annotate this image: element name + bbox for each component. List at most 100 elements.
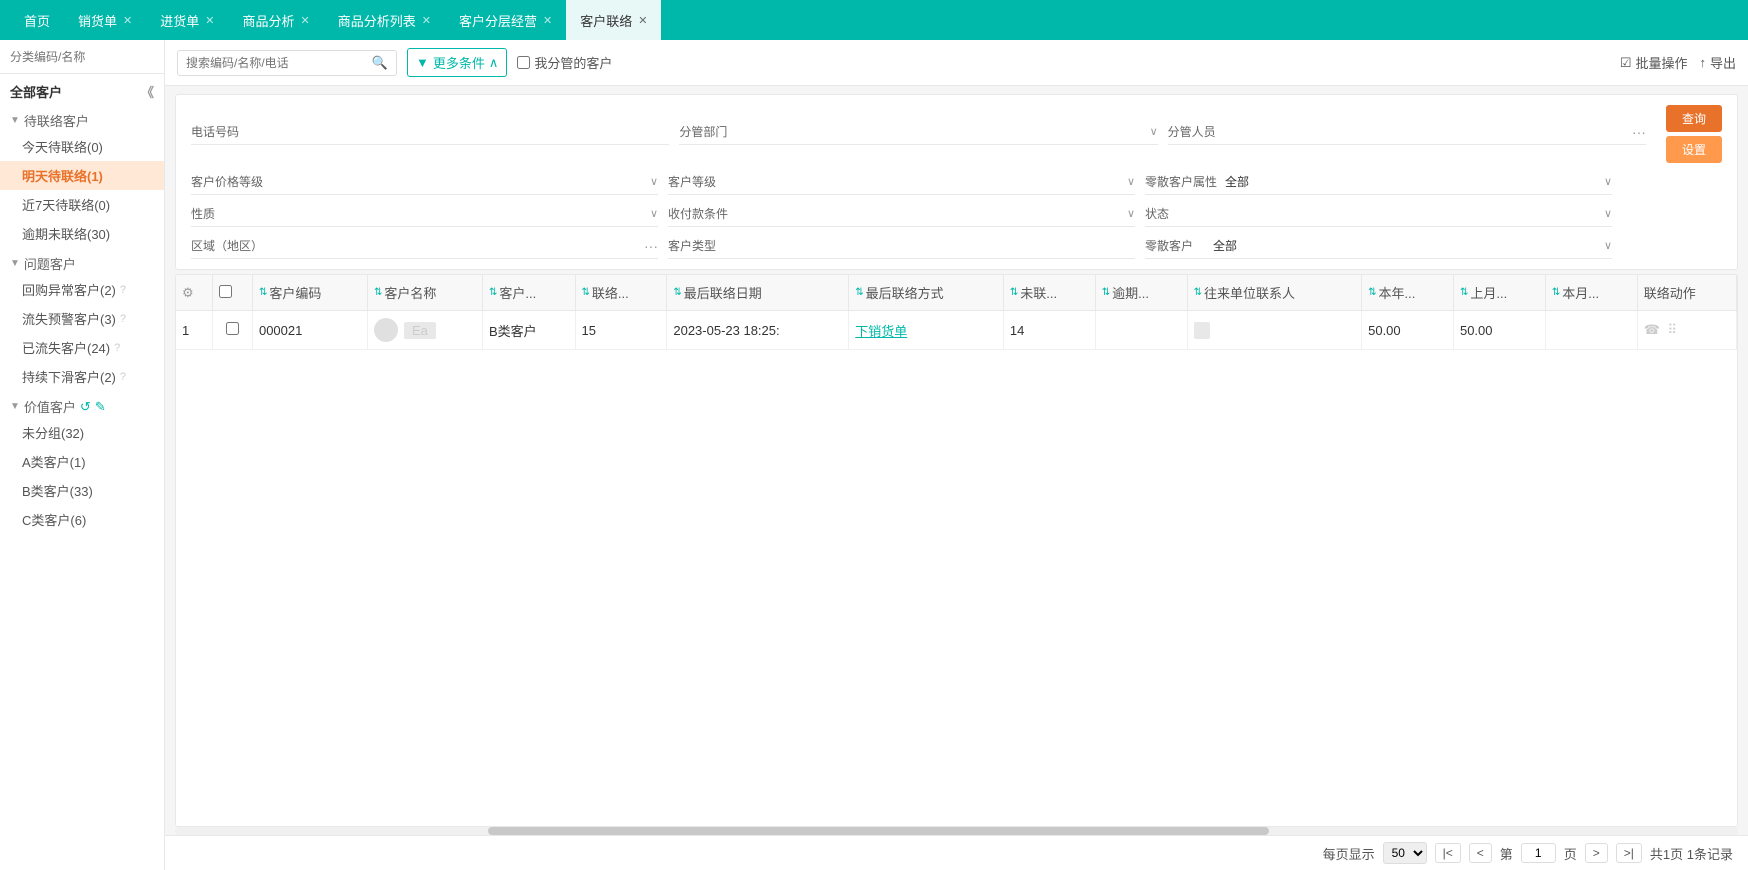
close-icon[interactable]: ✕ (638, 14, 647, 27)
sidebar-item-declining[interactable]: 持续下滑客户(2) ? (0, 362, 164, 391)
hint-icon: ? (114, 342, 120, 354)
more-action-icon[interactable]: ⠿ (1668, 322, 1678, 337)
close-icon[interactable]: ✕ (205, 14, 214, 27)
sort-icon: ⇅ (1194, 287, 1202, 298)
chevron-down-icon: ∨ (650, 175, 658, 188)
toolbar-search-input[interactable] (186, 56, 372, 70)
sidebar-item-abnormal-purchase[interactable]: 回购异常客户(2) ? (0, 275, 164, 304)
set-button[interactable]: 设置 (1666, 136, 1722, 163)
my-customers-checkbox[interactable] (517, 56, 530, 69)
sidebar-item-class-b[interactable]: B类客户(33) (0, 476, 164, 505)
page-input[interactable] (1521, 843, 1556, 863)
sidebar-item-today-contact[interactable]: 今天待联络(0) (0, 132, 164, 161)
close-icon[interactable]: ✕ (301, 14, 310, 27)
filter-row-4: 区域（地区） ··· 客户类型 零散客户 全部 ∨ (191, 237, 1722, 259)
main-content: 🔍 ▼ 更多条件 ∧ 我分管的客户 ☑ 批量操作 ↑ 导出 (165, 40, 1748, 870)
cell-unit-contact (1187, 311, 1361, 350)
problem-customers-group: 问题客户 (0, 248, 164, 275)
filter-person: 分管人员 ··· (1168, 123, 1646, 145)
select-all-checkbox[interactable] (219, 285, 232, 298)
sidebar-item-class-a[interactable]: A类客户(1) (0, 447, 164, 476)
pending-contact-group: 待联络客户 (0, 105, 164, 132)
th-code: ⇅ 客户编码 (252, 275, 367, 311)
filter-status: 状态 ∨ (1145, 205, 1612, 227)
cell-overdue (1095, 311, 1187, 350)
chevron-down-icon: ∨ (650, 207, 658, 220)
sidebar-item-ungrouped[interactable]: 未分组(32) (0, 418, 164, 447)
toolbar-search-icon[interactable]: 🔍 (372, 55, 388, 71)
collapse-icon[interactable]: 《 (141, 82, 154, 101)
filter-region: 区域（地区） ··· (191, 237, 658, 259)
per-page-select[interactable]: 50 (1383, 842, 1427, 864)
edit-icon[interactable]: ✎ (95, 399, 106, 415)
row-checkbox[interactable] (226, 322, 239, 335)
query-button[interactable]: 查询 (1666, 105, 1722, 132)
sidebar-item-class-c[interactable]: C类客户(6) (0, 505, 164, 534)
th-this-month: ⇅ 本月... (1545, 275, 1637, 311)
nav-product-analysis[interactable]: 商品分析 ✕ (228, 0, 323, 40)
sidebar-item-overdue-contact[interactable]: 逾期未联络(30) (0, 219, 164, 248)
nav-customer-contact[interactable]: 客户联络 ✕ (566, 0, 661, 40)
cell-no: 1 (176, 311, 213, 350)
toolbar-search-box: 🔍 (177, 50, 397, 76)
contact-icon[interactable]: ☎ (1644, 322, 1660, 337)
export-button[interactable]: ↑ 导出 (1699, 53, 1736, 72)
horizontal-scrollbar[interactable] (175, 827, 1738, 835)
sidebar-search-input[interactable] (10, 50, 165, 64)
th-last-contact-date: ⇅ 最后联络日期 (667, 275, 849, 311)
nav-salesnote[interactable]: 销货单 ✕ (64, 0, 146, 40)
last-page-btn[interactable]: >| (1616, 843, 1642, 863)
sort-icon: ⇅ (1368, 287, 1376, 298)
more-filters-button[interactable]: ▼ 更多条件 ∧ (407, 48, 507, 77)
sidebar-search-area: 🔍 (0, 40, 164, 74)
th-unit-contact: ⇅ 往来单位联系人 (1187, 275, 1361, 311)
next-page-btn[interactable]: > (1585, 843, 1608, 863)
close-icon[interactable]: ✕ (422, 14, 431, 27)
nav-home[interactable]: 首页 (10, 0, 64, 40)
sort-icon: ⇅ (374, 287, 382, 298)
customer-table-container: ⚙ ⇅ 客户编码 (175, 274, 1738, 827)
hint-icon: ? (120, 371, 126, 383)
th-type: ⇅ 客户... (482, 275, 575, 311)
chevron-down-icon: ∨ (1150, 125, 1158, 138)
all-customers-title: 全部客户 《 (0, 74, 164, 105)
refresh-icon[interactable]: ↺ (80, 399, 91, 415)
nav-product-analysis-list[interactable]: 商品分析列表 ✕ (324, 0, 445, 40)
sidebar-item-week-contact[interactable]: 近7天待联络(0) (0, 190, 164, 219)
my-customers-checkbox-label[interactable]: 我分管的客户 (517, 53, 612, 72)
filter-customer-type: 客户类型 (668, 237, 1135, 259)
main-layout: 🔍 全部客户 《 待联络客户 今天待联络(0) 明天待联络(1) 近7天待联络(… (0, 40, 1748, 870)
filter-icon: ▼ (416, 55, 429, 70)
cell-action: ☎ ⠿ (1637, 311, 1736, 350)
prev-page-btn[interactable]: < (1469, 843, 1492, 863)
sidebar-item-churn-warning[interactable]: 流失预警客户(3) ? (0, 304, 164, 333)
sidebar-item-tomorrow-contact[interactable]: 明天待联络(1) (0, 161, 164, 190)
gear-icon[interactable]: ⚙ (182, 285, 194, 301)
cell-this-year: 50.00 (1362, 311, 1454, 350)
first-page-btn[interactable]: |< (1435, 843, 1461, 863)
export-icon: ↑ (1699, 55, 1706, 70)
th-last-month: ⇅ 上月... (1453, 275, 1545, 311)
avatar (374, 318, 398, 342)
cell-last-contact-method[interactable]: 下销货单 (849, 311, 1004, 350)
scroll-thumb (488, 827, 1270, 835)
close-icon[interactable]: ✕ (543, 14, 552, 27)
cell-uncontacted: 14 (1003, 311, 1095, 350)
chevron-down-icon: ∨ (1127, 207, 1135, 220)
th-uncontacted: ⇅ 未联... (1003, 275, 1095, 311)
filter-dept: 分管部门 ∨ (679, 123, 1157, 145)
filter-panel: 电话号码 分管部门 ∨ 分管人员 ··· 查询 设置 (175, 94, 1738, 270)
hint-icon: ? (120, 284, 126, 296)
sort-icon: ⇅ (489, 287, 497, 298)
cell-name: Ea (367, 311, 482, 350)
customer-table: ⚙ ⇅ 客户编码 (176, 275, 1737, 350)
sidebar-item-churned[interactable]: 已流失客户(24) ? (0, 333, 164, 362)
sort-icon: ⇅ (1460, 287, 1468, 298)
close-icon[interactable]: ✕ (123, 14, 132, 27)
batch-op-button[interactable]: ☑ 批量操作 (1620, 53, 1688, 72)
nav-purchasenote[interactable]: 进货单 ✕ (146, 0, 228, 40)
filter-row-3: 性质 ∨ 收付款条件 ∨ 状态 ∨ (191, 205, 1722, 227)
cell-last-month: 50.00 (1453, 311, 1545, 350)
nav-customer-tier[interactable]: 客户分层经营 ✕ (445, 0, 566, 40)
filter-row-1: 电话号码 分管部门 ∨ 分管人员 ··· 查询 设置 (191, 105, 1722, 163)
